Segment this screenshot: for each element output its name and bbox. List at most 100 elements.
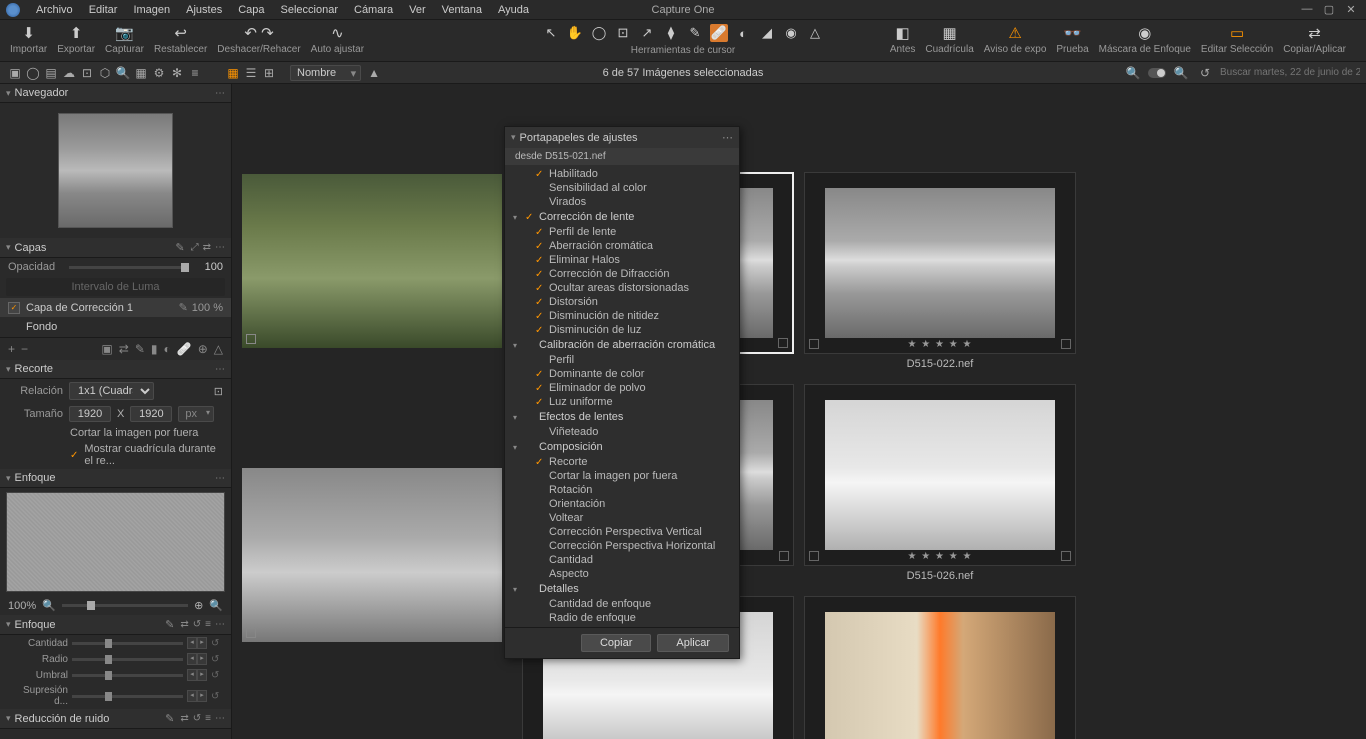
clipboard-item[interactable]: ▾Calibración de aberración cromática <box>505 337 739 353</box>
clipboard-item[interactable]: ✓Radio de enfoque <box>505 611 739 625</box>
clipboard-item[interactable]: ✓Disminución de nitidez <box>505 309 739 323</box>
check-icon[interactable]: ✓ <box>535 227 549 238</box>
slider[interactable] <box>72 658 183 661</box>
decrease-icon[interactable]: ◂ <box>187 669 197 681</box>
crop-width-input[interactable] <box>69 406 111 422</box>
check-icon[interactable]: ✓ <box>535 499 549 510</box>
reset-icon[interactable]: ↺ <box>193 713 201 724</box>
clipboard-item[interactable]: ✓Aspecto <box>505 567 739 581</box>
chevron-down-icon[interactable]: ▾ <box>513 443 525 452</box>
check-icon[interactable]: ✓ <box>535 569 549 580</box>
luma-range-button[interactable]: Intervalo de Luma <box>6 278 225 296</box>
mask-tool-icon[interactable]: ◐ <box>734 24 752 42</box>
metadata-icon[interactable]: ⊡ <box>78 66 96 80</box>
straighten-tool-icon[interactable]: ↗ <box>638 24 656 42</box>
spot-tool-icon[interactable]: ✎ <box>686 24 704 42</box>
clipboard-item[interactable]: ✓Cortar la imagen por fuera <box>505 469 739 483</box>
ratio-select[interactable]: 1x1 (Cuadrado) <box>69 382 154 400</box>
deshacer-rehacer-button[interactable]: ↶ ↷Deshacer/Rehacer <box>217 24 300 55</box>
heal-tool-icon[interactable]: 🩹 <box>710 24 728 42</box>
gradient-tool-icon[interactable]: ◢ <box>758 24 776 42</box>
thumbnail-cell[interactable]: ★ ★ ★ ★ ★D515-022.nef <box>804 172 1076 374</box>
zoom-fit-icon[interactable]: 🔍 <box>209 599 223 612</box>
clipboard-item[interactable]: ✓Perfil de lente <box>505 225 739 239</box>
crop-height-input[interactable] <box>130 406 172 422</box>
importar-button[interactable]: ⬇Importar <box>10 24 47 55</box>
more-icon[interactable]: ⋯ <box>215 364 225 375</box>
more-icon[interactable]: ⋯ <box>722 131 733 144</box>
check-icon[interactable]: ✓ <box>525 212 539 223</box>
check-icon[interactable]: ✓ <box>535 555 549 566</box>
clipboard-item[interactable]: ✓Distorsión <box>505 295 739 309</box>
increase-icon[interactable]: ▸ <box>197 653 207 665</box>
filter-toggle[interactable] <box>1148 68 1166 78</box>
view-list-icon[interactable]: ☰ <box>242 66 260 80</box>
clipboard-item[interactable]: ✓Perfil <box>505 353 739 367</box>
hand-tool-icon[interactable]: ✋ <box>566 24 584 42</box>
reset-icon[interactable]: ↺ <box>193 619 201 630</box>
variant-badge-icon[interactable] <box>809 551 819 561</box>
more-icon[interactable]: ⋯ <box>215 242 225 253</box>
decrease-icon[interactable]: ◂ <box>187 637 197 649</box>
brush-icon[interactable]: ✎ <box>135 342 145 356</box>
copy-icon[interactable]: ⇄ <box>180 619 188 630</box>
clone-icon[interactable]: ⊕ <box>198 342 208 356</box>
batch-icon[interactable]: ▦ <box>132 66 150 80</box>
rating-stars[interactable]: ★ ★ ★ ★ ★ <box>908 339 973 350</box>
erase-icon[interactable]: △ <box>214 342 223 356</box>
check-icon[interactable]: ✓ <box>535 527 549 538</box>
check-icon[interactable]: ✓ <box>535 355 549 366</box>
menu-archivo[interactable]: Archivo <box>28 2 81 18</box>
clipboard-item[interactable]: ▾✓Corrección de lente <box>505 209 739 225</box>
pointer-tool-icon[interactable]: ↖ <box>542 24 560 42</box>
thumbnail-cell[interactable]: ★ ★ ★ ★ ★D515-026.nef <box>804 384 1076 586</box>
check-icon[interactable]: ✓ <box>535 269 549 280</box>
copy-mask-icon[interactable]: ▣ <box>101 342 112 356</box>
more-icon[interactable]: ⋯ <box>215 619 225 630</box>
clipboard-item[interactable]: ▾Efectos de lentes <box>505 409 739 425</box>
clipboard-item[interactable]: ✓Cantidad <box>505 553 739 567</box>
reset-search-icon[interactable]: ↺ <box>1196 66 1214 80</box>
more-icon[interactable]: ⋯ <box>215 473 225 484</box>
clipboard-item[interactable]: ✓Eliminar Halos <box>505 253 739 267</box>
layers-header[interactable]: ▾ Capas ✎ ⤢ ⇄ ⋯ <box>0 238 231 258</box>
slider[interactable] <box>72 642 183 645</box>
check-icon[interactable]: ✓ <box>535 383 549 394</box>
editar-selección-button[interactable]: ▭Editar Selección <box>1201 24 1273 55</box>
reset-icon[interactable]: ↺ <box>211 691 223 702</box>
check-icon[interactable]: ✓ <box>535 541 549 552</box>
remove-layer-icon[interactable]: − <box>21 342 28 356</box>
adjust-badge-icon[interactable] <box>778 338 788 348</box>
reset-icon[interactable]: ↺ <box>211 638 223 649</box>
copy-icon[interactable]: ⇄ <box>180 713 188 724</box>
navigator-preview[interactable] <box>0 103 231 238</box>
menu-ver[interactable]: Ver <box>401 2 434 18</box>
search-icon[interactable]: 🔍 <box>114 66 132 80</box>
clipboard-item[interactable]: ✓Sensibilidad al color <box>505 181 739 195</box>
eraser-tool-icon[interactable]: △ <box>806 24 824 42</box>
exportar-button[interactable]: ⬆Exportar <box>57 24 95 55</box>
clipboard-item[interactable]: ✓Recorte <box>505 455 739 469</box>
clipboard-item[interactable]: ✓Voltear <box>505 511 739 525</box>
mask-icon[interactable]: ✎ <box>179 301 188 314</box>
clipboard-item[interactable]: ✓Eliminador de polvo <box>505 381 739 395</box>
check-icon[interactable]: ✓ <box>535 485 549 496</box>
view-grid-icon[interactable]: ▦ <box>224 66 242 80</box>
check-icon[interactable]: ✓ <box>535 297 549 308</box>
clipboard-item[interactable]: ✓Dominante de color <box>505 367 739 381</box>
sort-dropdown[interactable]: Nombre <box>290 65 361 81</box>
clipboard-item[interactable]: ✓Rotación <box>505 483 739 497</box>
more-icon[interactable]: ⋯ <box>215 88 225 99</box>
check-icon[interactable]: ✓ <box>535 613 549 624</box>
pencil-icon[interactable]: ✎ <box>165 618 174 631</box>
check-icon[interactable]: ✓ <box>535 369 549 380</box>
restablecer-button[interactable]: ↩Restablecer <box>154 24 207 55</box>
clipboard-item[interactable]: ✓Luz uniforme <box>505 395 739 409</box>
close-icon[interactable]: ✕ <box>1342 3 1360 16</box>
check-icon[interactable]: ✓ <box>535 427 549 438</box>
more-icon[interactable]: ⋯ <box>215 713 225 724</box>
layer-item[interactable]: ✓ Capa de Corrección 1 ✎ 100 % <box>0 298 231 317</box>
menu-capa[interactable]: Capa <box>230 2 272 18</box>
sharpen-header[interactable]: ▾ Enfoque ✎ ⇄ ↺ ≡ ⋯ <box>0 615 231 635</box>
clipboard-item[interactable]: ✓Ocultar areas distorsionadas <box>505 281 739 295</box>
